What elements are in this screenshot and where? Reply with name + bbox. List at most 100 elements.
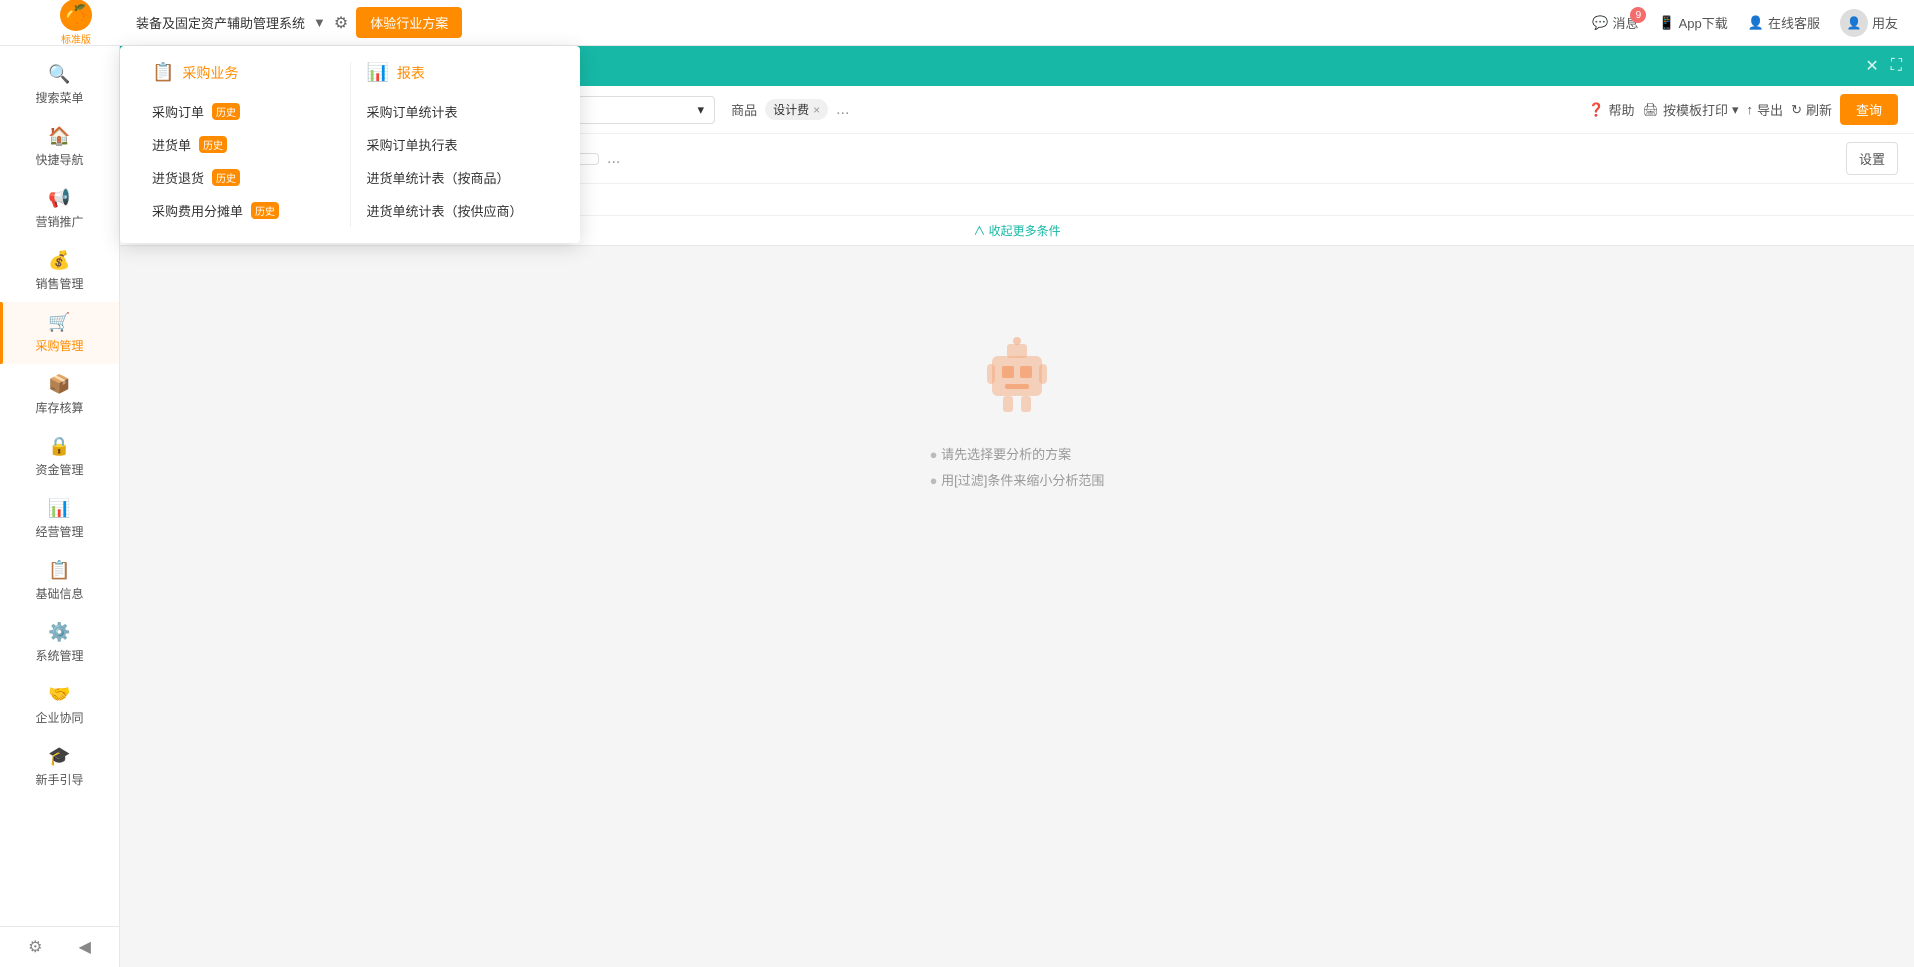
dropdown-item-purchase-order[interactable]: 采购订单 历史: [152, 95, 334, 128]
sidebar-label-quick-nav: 快捷导航: [35, 151, 83, 168]
message-action[interactable]: 💬 消息 9: [1592, 13, 1638, 32]
dropdown-item-goods-in[interactable]: 进货单 历史: [152, 128, 334, 161]
dropdown-label-goods-return: 进货退货: [152, 168, 204, 187]
enterprise-icon: 🤝: [48, 684, 70, 705]
sales-icon: 💰: [48, 250, 70, 271]
phone-icon: 📱: [1658, 15, 1674, 31]
sidebar-item-purchase[interactable]: 🛒 采购管理: [0, 302, 119, 364]
help-icon: ❓: [1588, 102, 1604, 118]
dropdown-item-goods-in-by-supplier[interactable]: 进货单统计表（按供应商）: [367, 194, 549, 227]
purchase-business-header: 📋 采购业务: [152, 62, 334, 83]
chevron-down-icon: ▾: [698, 102, 705, 118]
purchase-icon: 🛒: [48, 312, 70, 333]
print-dropdown-icon: ▾: [1732, 102, 1739, 118]
query-btn[interactable]: 查询: [1840, 94, 1898, 125]
dropdown-item-goods-return[interactable]: 进货退货 历史: [152, 161, 334, 194]
sidebar-item-sales[interactable]: 💰 销售管理: [0, 240, 119, 302]
collapse-icon: ∧: [973, 224, 985, 238]
sidebar-label-beginner: 新手引导: [35, 771, 83, 788]
export-icon: ↑: [1747, 102, 1754, 117]
sidebar-item-quick-nav[interactable]: 🏠 快捷导航: [0, 116, 119, 178]
goods-tag-close[interactable]: ×: [813, 103, 820, 117]
print-icon: 🖨: [1642, 102, 1659, 118]
app-download-action[interactable]: 📱 App下载: [1658, 13, 1727, 32]
tab-fullscreen-icon[interactable]: ⛶: [1887, 53, 1906, 79]
empty-tip1: 请先选择要分析的方案: [930, 442, 1105, 468]
tab-close-all-icon[interactable]: ✕: [1861, 52, 1882, 80]
sidebar-label-finance: 资金管理: [35, 461, 83, 478]
export-btn[interactable]: ↑ 导出: [1747, 100, 1784, 119]
refresh-label: 刷新: [1806, 100, 1832, 119]
goods-tag: 设计费 ×: [765, 99, 828, 120]
message-icon: 💬: [1592, 15, 1608, 31]
refresh-btn[interactable]: ↻ 刷新: [1791, 100, 1832, 119]
sidebar-label-system: 系统管理: [35, 647, 83, 664]
sidebar-item-search[interactable]: 🔍 搜索菜单: [0, 54, 119, 116]
report-header: 📊 报表: [367, 62, 549, 83]
purchase-business-section: 📋 采购业务 采购订单 历史 进货单 历史 进货退货 历史 采购费用分摊单 历史: [136, 62, 351, 227]
sidebar-label-search: 搜索菜单: [35, 89, 83, 106]
help-btn[interactable]: ❓ 帮助: [1588, 100, 1634, 119]
goods-tag-value: 设计费: [773, 101, 809, 118]
collapse-label: 收起更多条件: [989, 224, 1061, 238]
sidebar-item-operations[interactable]: 📊 经营管理: [0, 488, 119, 550]
empty-tip2: 用[过滤]条件来缩小分析范围: [930, 468, 1105, 494]
industry-btn[interactable]: 体验行业方案: [356, 7, 462, 38]
sidebar-item-base-info[interactable]: 📋 基础信息: [0, 550, 119, 612]
sidebar-item-finance[interactable]: 🔒 资金管理: [0, 426, 119, 488]
purchase-section-icon: 📋: [152, 62, 174, 83]
history-badge-2: 历史: [212, 169, 240, 186]
purchase-section-title: 采购业务: [182, 63, 238, 83]
online-service-label: 在线客服: [1768, 13, 1820, 32]
sidebar-item-marketing[interactable]: 📢 营销推广: [0, 178, 119, 240]
system-title-area: 装备及固定资产辅助管理系统 ▼ ⚙ 体验行业方案: [136, 7, 1592, 38]
print-label: 按模板打印: [1663, 100, 1728, 119]
system-icon: ⚙️: [48, 622, 70, 643]
top-header: 🍊 标准版 装备及固定资产辅助管理系统 ▼ ⚙ 体验行业方案 💬 消息 9 📱 …: [0, 0, 1914, 46]
salesman-more-btn[interactable]: ...: [607, 150, 620, 168]
purchase-dropdown-menu: 📋 采购业务 采购订单 历史 进货单 历史 进货退货 历史 采购费用分摊单 历史…: [120, 46, 580, 243]
history-badge-0: 历史: [212, 103, 240, 120]
operations-icon: 📊: [48, 498, 70, 519]
search-icon: 🔍: [48, 64, 70, 85]
dropdown-label-gi-by-goods: 进货单统计表（按商品）: [367, 168, 510, 187]
dropdown-label-po-stat: 采购订单统计表: [367, 102, 458, 121]
empty-tips: 请先选择要分析的方案 用[过滤]条件来缩小分析范围: [930, 442, 1105, 494]
refresh-icon: ↻: [1791, 102, 1802, 118]
base-info-icon: 📋: [48, 560, 70, 581]
dropdown-item-purchase-order-exec[interactable]: 采购订单执行表: [367, 128, 549, 161]
sidebar-settings-icon[interactable]: ⚙: [28, 937, 42, 957]
history-badge-1: 历史: [199, 136, 227, 153]
system-title: 装备及固定资产辅助管理系统: [136, 13, 305, 32]
dropdown-item-goods-in-by-goods[interactable]: 进货单统计表（按商品）: [367, 161, 549, 194]
avatar: 👤: [1840, 9, 1868, 37]
sidebar-item-inventory[interactable]: 📦 库存核算: [0, 364, 119, 426]
sidebar-label-enterprise: 企业协同: [35, 709, 83, 726]
goods-more-btn[interactable]: ...: [836, 101, 849, 119]
dropdown-item-purchase-order-stat[interactable]: 采购订单统计表: [367, 95, 549, 128]
sidebar-collapse-icon[interactable]: ◀: [79, 937, 91, 957]
user-action[interactable]: 👤 用友: [1840, 9, 1898, 37]
report-section-title: 报表: [397, 63, 425, 83]
settings-btn[interactable]: 设置: [1846, 142, 1898, 175]
service-icon: 👤: [1748, 15, 1764, 31]
online-service-action[interactable]: 👤 在线客服: [1748, 13, 1820, 32]
sidebar-bottom: ⚙ ◀: [0, 926, 119, 967]
beginner-icon: 🎓: [48, 746, 70, 767]
sidebar-item-enterprise[interactable]: 🤝 企业协同: [0, 674, 119, 736]
dropdown-item-purchase-expense[interactable]: 采购费用分摊单 历史: [152, 194, 334, 227]
system-settings-icon[interactable]: ⚙: [334, 13, 348, 33]
sidebar-label-marketing: 营销推广: [35, 213, 83, 230]
sidebar-item-system[interactable]: ⚙️ 系统管理: [0, 612, 119, 674]
sidebar-label-sales: 销售管理: [35, 275, 83, 292]
title-dropdown-icon[interactable]: ▼: [313, 15, 326, 30]
active-indicator: [0, 302, 3, 364]
logo-area: 🍊 标准版: [16, 0, 136, 46]
sidebar-item-beginner[interactable]: 🎓 新手引导: [0, 736, 119, 798]
message-badge: 9: [1630, 7, 1646, 23]
sidebar-label-inventory: 库存核算: [35, 399, 83, 416]
dropdown-label-goods-in: 进货单: [152, 135, 191, 154]
logo-subtitle: 标准版: [61, 31, 91, 46]
print-btn[interactable]: 🖨 按模板打印 ▾: [1642, 100, 1738, 119]
empty-state: 请先选择要分析的方案 用[过滤]条件来缩小分析范围: [120, 246, 1914, 574]
